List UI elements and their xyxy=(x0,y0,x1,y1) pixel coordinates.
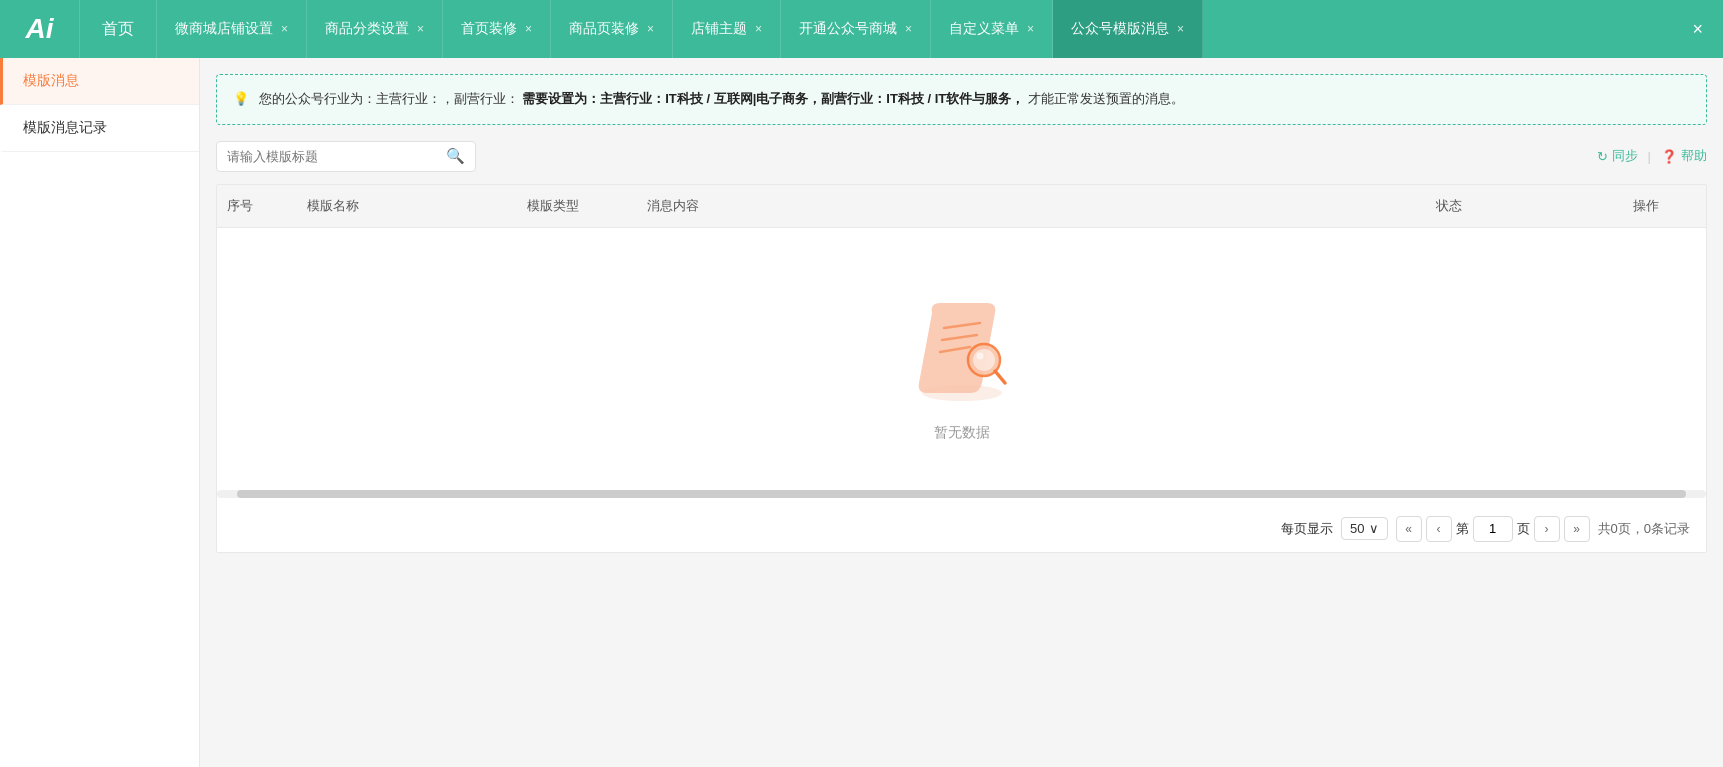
col-status-header: 状态 xyxy=(1426,185,1586,227)
page-unit: 页 xyxy=(1517,520,1530,538)
col-name-header: 模版名称 xyxy=(297,185,517,227)
total-info: 共0页，0条记录 xyxy=(1598,520,1690,538)
col-type-header: 模版类型 xyxy=(517,185,637,227)
close-tab-shop-settings[interactable]: × xyxy=(281,22,288,36)
scrollbar-thumb[interactable] xyxy=(237,490,1686,498)
sidebar: 模版消息模版消息记录 xyxy=(0,58,200,767)
last-page-button[interactable]: » xyxy=(1564,516,1590,542)
page-size-value: 50 xyxy=(1350,521,1364,536)
page-navigation: « ‹ 第 页 › » xyxy=(1396,516,1590,542)
nav-tab-shop-theme[interactable]: 店铺主题× xyxy=(673,0,781,58)
col-seq-header: 序号 xyxy=(217,185,297,227)
notice-box: 💡 您的公众号行业为：主营行业：，副营行业： 需要设置为：主营行业：IT科技 /… xyxy=(216,74,1707,125)
nav-tab-category-settings[interactable]: 商品分类设置× xyxy=(307,0,443,58)
help-label: 帮助 xyxy=(1681,147,1707,165)
search-icon[interactable]: 🔍 xyxy=(446,147,465,165)
top-nav: Ai 首页微商城店铺设置×商品分类设置×首页装修×商品页装修×店铺主题×开通公众… xyxy=(0,0,1723,58)
chevron-down-icon: ∨ xyxy=(1369,521,1379,536)
toolbar: 🔍 ↻ 同步 | ❓ 帮助 xyxy=(216,141,1707,172)
logo-text: Ai xyxy=(26,13,54,45)
close-tab-category-settings[interactable]: × xyxy=(417,22,424,36)
col-content-header: 消息内容 xyxy=(637,185,1426,227)
first-page-button[interactable]: « xyxy=(1396,516,1422,542)
notice-prefix: 您的公众号行业为：主营行业：，副营行业： xyxy=(259,91,519,106)
help-icon: ❓ xyxy=(1661,149,1677,164)
prev-page-button[interactable]: ‹ xyxy=(1426,516,1452,542)
close-tab-custom-menu[interactable]: × xyxy=(1027,22,1034,36)
svg-point-5 xyxy=(973,349,995,371)
help-button[interactable]: ❓ 帮助 xyxy=(1661,147,1707,165)
nav-tab-template-msg[interactable]: 公众号模版消息× xyxy=(1053,0,1203,58)
sync-button[interactable]: ↻ 同步 xyxy=(1597,147,1638,165)
col-action-header: 操作 xyxy=(1586,185,1706,227)
table-wrap: 序号 模版名称 模版类型 消息内容 状态 操作 xyxy=(216,184,1707,553)
toolbar-divider: | xyxy=(1648,149,1651,164)
sidebar-item-template-msg[interactable]: 模版消息 xyxy=(0,58,199,105)
close-tab-open-mall[interactable]: × xyxy=(905,22,912,36)
horizontal-scrollbar[interactable] xyxy=(217,490,1706,498)
close-tab-home-decor[interactable]: × xyxy=(525,22,532,36)
next-page-button[interactable]: › xyxy=(1534,516,1560,542)
nav-tab-open-mall[interactable]: 开通公众号商城× xyxy=(781,0,931,58)
empty-illustration xyxy=(902,288,1022,408)
close-tab-product-decor[interactable]: × xyxy=(647,22,654,36)
notice-suffix: 才能正常发送预置的消息。 xyxy=(1028,91,1184,106)
svg-line-6 xyxy=(995,371,1005,383)
nav-tab-product-decor[interactable]: 商品页装修× xyxy=(551,0,673,58)
close-tab-shop-theme[interactable]: × xyxy=(755,22,762,36)
bulb-icon: 💡 xyxy=(233,91,249,106)
empty-state: 暂无数据 xyxy=(217,228,1706,482)
page-size-label: 每页显示 xyxy=(1281,520,1333,538)
nav-tab-shop-settings[interactable]: 微商城店铺设置× xyxy=(157,0,307,58)
close-tab-template-msg[interactable]: × xyxy=(1177,22,1184,36)
pagination: 每页显示 50 ∨ « ‹ 第 页 › » 共0页，0条记录 xyxy=(217,506,1706,552)
notice-main: 需要设置为：主营行业：IT科技 / 互联网|电子商务，副营行业：IT科技 / I… xyxy=(522,91,1024,106)
table-header: 序号 模版名称 模版类型 消息内容 状态 操作 xyxy=(217,185,1706,228)
nav-tab-custom-menu[interactable]: 自定义菜单× xyxy=(931,0,1053,58)
search-wrap: 🔍 xyxy=(216,141,476,172)
current-page-input[interactable] xyxy=(1473,516,1513,542)
sidebar-item-template-msg-log[interactable]: 模版消息记录 xyxy=(0,105,199,152)
sync-label: 同步 xyxy=(1612,147,1638,165)
layout: 模版消息模版消息记录 💡 您的公众号行业为：主营行业：，副营行业： 需要设置为：… xyxy=(0,58,1723,767)
sync-icon: ↻ xyxy=(1597,149,1608,164)
close-all-button[interactable]: × xyxy=(1672,19,1723,40)
empty-text: 暂无数据 xyxy=(934,424,990,442)
search-input[interactable] xyxy=(227,142,446,171)
page-size-select[interactable]: 50 ∨ xyxy=(1341,517,1387,540)
page-prefix: 第 xyxy=(1456,520,1469,538)
main-content: 💡 您的公众号行业为：主营行业：，副营行业： 需要设置为：主营行业：IT科技 /… xyxy=(200,58,1723,767)
nav-tab-home-decor[interactable]: 首页装修× xyxy=(443,0,551,58)
toolbar-right: ↻ 同步 | ❓ 帮助 xyxy=(1597,147,1707,165)
nav-tab-home[interactable]: 首页 xyxy=(80,0,157,58)
logo-area: Ai xyxy=(0,0,80,58)
svg-point-7 xyxy=(976,352,983,359)
